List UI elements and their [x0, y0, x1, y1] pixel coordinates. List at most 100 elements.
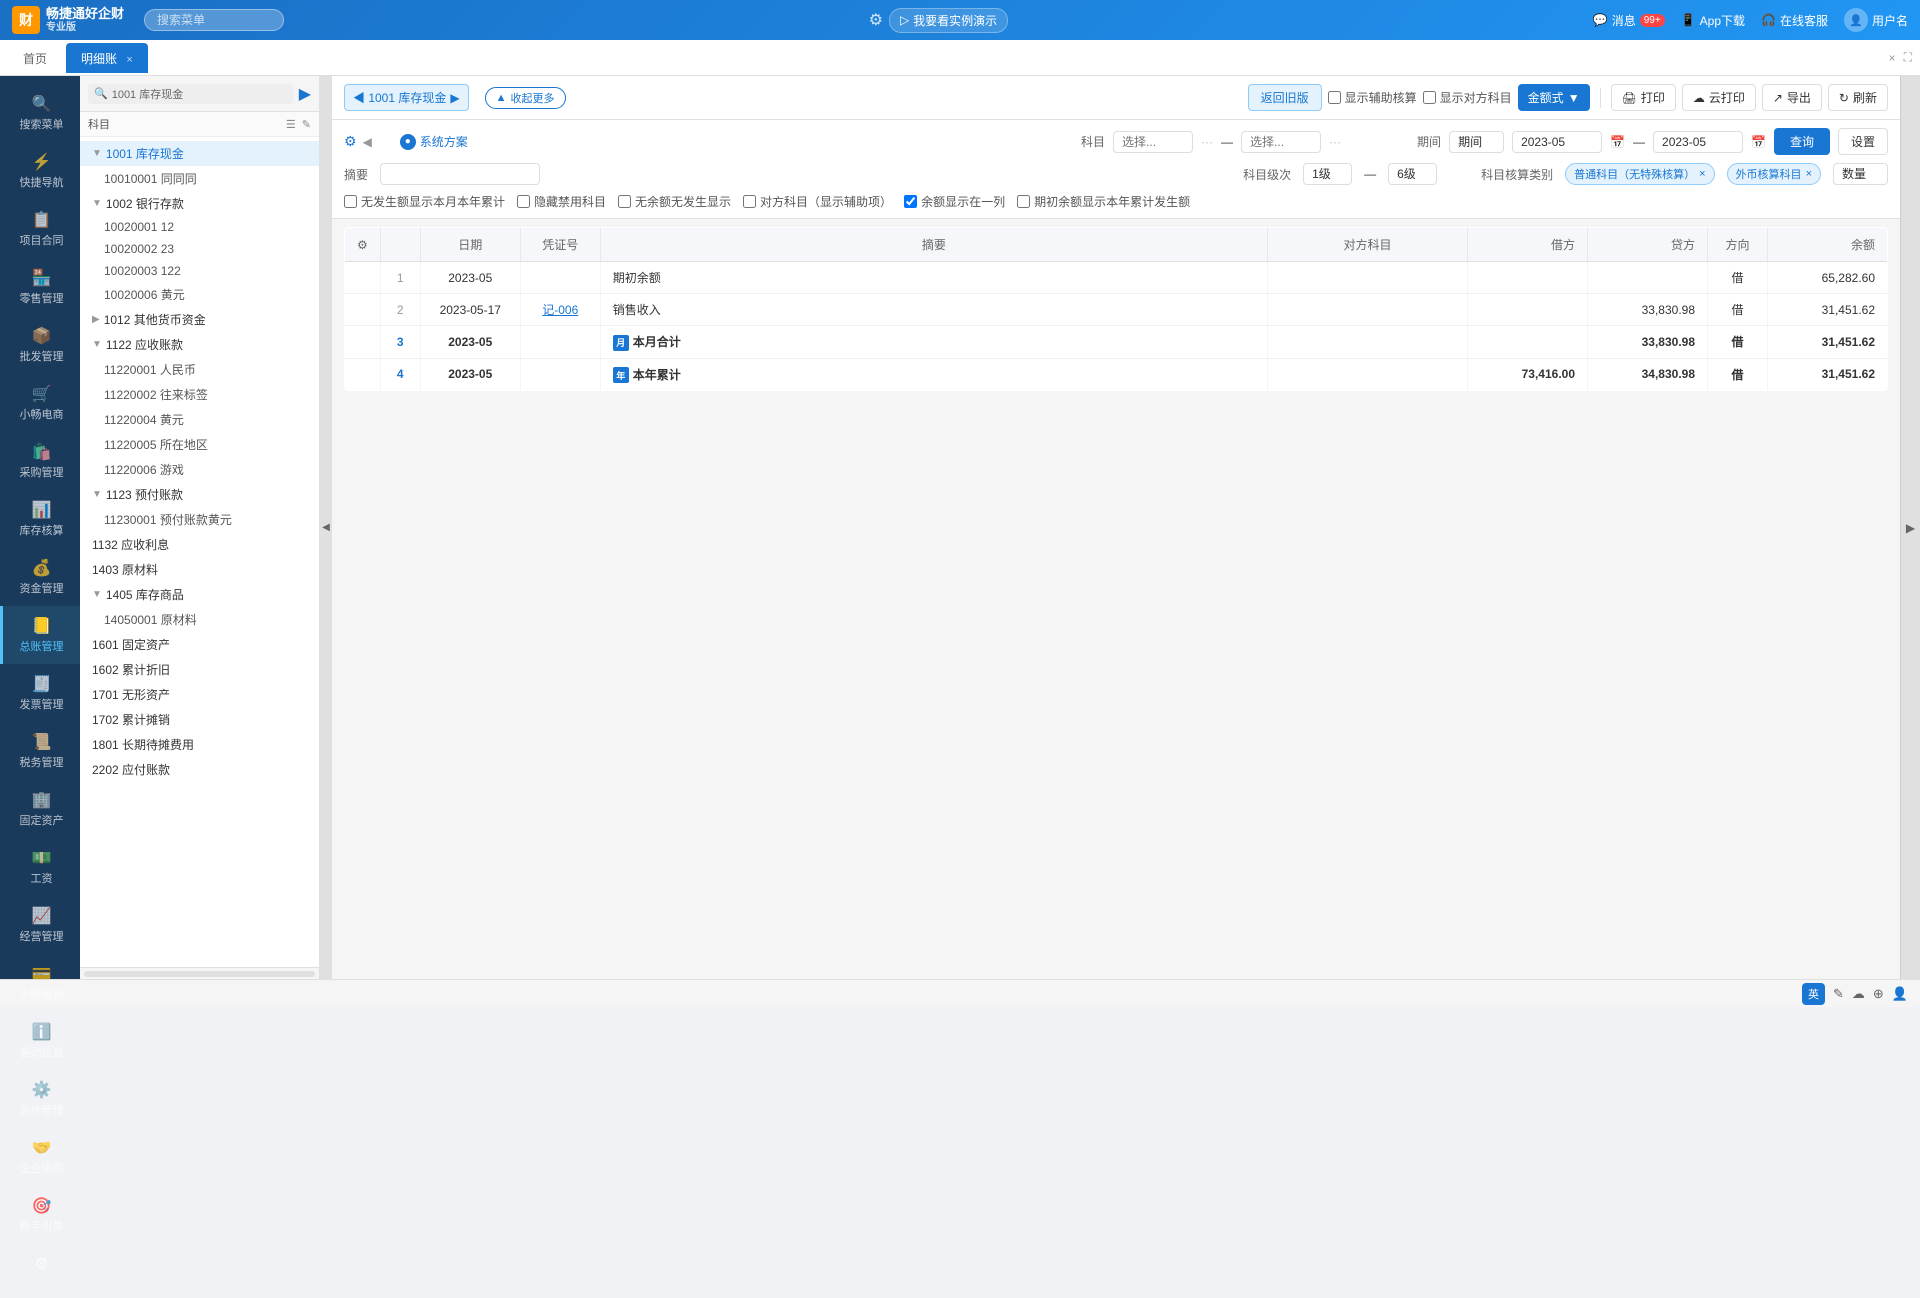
period-type-select[interactable]: 期间 — [1449, 131, 1504, 153]
tree-search-bar[interactable]: 🔍 1001 库存现金 — [88, 84, 293, 104]
row-gear-3[interactable] — [345, 326, 381, 359]
tree-item-1132[interactable]: 1132 应收利息 — [80, 532, 319, 557]
tab-close-window-icon[interactable]: × — [1889, 51, 1896, 65]
nav-item-retail[interactable]: 🏪 零售管理 — [0, 258, 80, 316]
tree-item-1801[interactable]: 1801 长期待摊费用 — [80, 732, 319, 757]
tree-scroll-bottom[interactable] — [80, 967, 319, 979]
left-collapse-btn[interactable]: ◀ — [320, 76, 332, 979]
online-service-btn[interactable]: 🎧 在线客服 — [1761, 12, 1828, 29]
tree-item-11220001[interactable]: 11220001 人民币 — [80, 357, 319, 382]
nav-item-invoice[interactable]: 🧾 发票管理 — [0, 664, 80, 722]
expand-more-btn[interactable]: ▲ 收起更多 — [485, 87, 566, 109]
subject-type-tag2[interactable]: 外币核算科目 × — [1727, 163, 1821, 185]
tab-close-icon[interactable]: × — [126, 54, 132, 66]
show-aux-input[interactable] — [1328, 91, 1341, 104]
tree-edit-icon[interactable]: ✎ — [302, 118, 311, 131]
tab-expand-icon[interactable]: ⛶ — [1904, 50, 1912, 65]
no-balance-opposite-checkbox[interactable]: 无余额无发生显示 — [618, 193, 731, 210]
nav-item-purchase[interactable]: 🛍️ 采购管理 — [0, 432, 80, 490]
nav-item-fixed-assets[interactable]: 🏢 固定资产 — [0, 780, 80, 838]
tree-item-1602[interactable]: 1602 累计折旧 — [80, 657, 319, 682]
date-calendar-icon-end[interactable]: 📅 — [1751, 135, 1766, 149]
nav-item-enterprise[interactable]: 🤝 企业协同 — [0, 1128, 80, 1186]
tag2-close-icon[interactable]: × — [1806, 168, 1812, 180]
tree-list-icon[interactable]: ☰ — [286, 118, 296, 131]
tree-item-1701[interactable]: 1701 无形资产 — [80, 682, 319, 707]
tree-item-10010001[interactable]: 10010001 同同同 — [80, 166, 319, 191]
row-gear-1[interactable] — [345, 262, 381, 294]
tree-item-1122[interactable]: ▼ 1122 应收账款 — [80, 332, 319, 357]
currency-dropdown-btn[interactable]: 金额式 ▼ — [1518, 84, 1590, 111]
settings-icon[interactable]: ⚙ — [869, 10, 883, 30]
cloud-print-btn[interactable]: ☁ 云打印 — [1682, 84, 1756, 111]
subject-input-end[interactable] — [1241, 131, 1321, 153]
nav-item-guide[interactable]: 🎯 新手引导 — [0, 1186, 80, 1244]
tree-item-1702[interactable]: 1702 累计摊销 — [80, 707, 319, 732]
quantity-select[interactable]: 数量 — [1833, 163, 1888, 185]
nav-item-inventory[interactable]: 📊 库存核算 — [0, 490, 80, 548]
nav-settings-icon[interactable]: ⚙ — [0, 1244, 80, 1286]
subject-input-start[interactable] — [1113, 131, 1193, 153]
col-settings[interactable]: ⚙ — [345, 228, 381, 262]
nav-item-management[interactable]: 📈 经营管理 — [0, 896, 80, 954]
nav-item-basic[interactable]: ℹ️ 基础信息 — [0, 1012, 80, 1070]
tree-item-1012[interactable]: ▶ 1012 其他货币资金 — [80, 307, 319, 332]
tree-item-1405[interactable]: ▼ 1405 库存商品 — [80, 582, 319, 607]
plus-circle-icon[interactable]: ⊕ — [1873, 986, 1884, 1002]
tree-item-1601[interactable]: 1601 固定资产 — [80, 632, 319, 657]
tree-item-2202[interactable]: 2202 应付账款 — [80, 757, 319, 782]
tree-item-11220005[interactable]: 11220005 所在地区 — [80, 432, 319, 457]
tree-item-10020006[interactable]: 10020006 黄元 — [80, 282, 319, 307]
tree-item-11230001[interactable]: 11230001 预付账款黄元 — [80, 507, 319, 532]
query-btn[interactable]: 查询 — [1774, 128, 1830, 155]
nav-item-ledger[interactable]: 📒 总账管理 — [0, 606, 80, 664]
tree-forward-icon[interactable]: ▶ — [299, 84, 311, 104]
refresh-btn[interactable]: ↻ 刷新 — [1828, 84, 1888, 111]
nav-settings-bottom[interactable]: ⚙ — [0, 1244, 80, 1298]
nav-item-salary[interactable]: 💵 工资 — [0, 838, 80, 896]
menu-search-input[interactable] — [144, 9, 284, 31]
nav-item-expense[interactable]: 💳 小畅报销 — [0, 954, 80, 1012]
show-balance-one-line-checkbox[interactable]: 余额显示在一列 — [904, 193, 1005, 210]
tree-item-11220006[interactable]: 11220006 游戏 — [80, 457, 319, 482]
tag1-close-icon[interactable]: × — [1699, 168, 1705, 180]
no-balance-show-checkbox[interactable]: 无发生额显示本月本年累计 — [344, 193, 505, 210]
nav-item-search[interactable]: 🔍 搜索菜单 — [0, 84, 80, 142]
nav-item-wholesale[interactable]: 📦 批发管理 — [0, 316, 80, 374]
nav-item-tax[interactable]: 📜 税务管理 — [0, 722, 80, 780]
nav-item-system[interactable]: ⚙️ 系统管理 — [0, 1070, 80, 1128]
tree-item-10020001[interactable]: 10020001 12 — [80, 216, 319, 238]
show-opposite-help-checkbox[interactable]: 对方科目（显示辅助项） — [743, 193, 892, 210]
tab-detail[interactable]: 明细账 × — [66, 43, 148, 73]
period-start-input[interactable] — [1512, 131, 1602, 153]
demo-button[interactable]: ▷ 我要看实例演示 — [889, 8, 1008, 33]
export-btn[interactable]: ↗ 导出 — [1762, 84, 1822, 111]
print-btn[interactable]: 🖨 打印 — [1611, 84, 1676, 111]
filter-settings-icon[interactable]: ⚙ — [344, 133, 357, 150]
level-start-select[interactable]: 1级 — [1303, 163, 1352, 185]
tree-item-10020002[interactable]: 10020002 23 — [80, 238, 319, 260]
show-opposite-input[interactable] — [1423, 91, 1436, 104]
nav-item-project[interactable]: 📋 项目合同 — [0, 200, 80, 258]
tree-item-10020003[interactable]: 10020003 122 — [80, 260, 319, 282]
app-download-btn[interactable]: 📱 App下载 — [1681, 12, 1745, 29]
cloud-icon[interactable]: ☁ — [1852, 986, 1865, 1002]
return-old-btn[interactable]: 返回旧版 — [1248, 84, 1322, 111]
subject-type-tag1[interactable]: 普通科目（无特殊核算） × — [1565, 163, 1714, 185]
tree-item-1403[interactable]: 1403 原材料 — [80, 557, 319, 582]
tree-item-11220004[interactable]: 11220004 黄元 — [80, 407, 319, 432]
show-opposite-checkbox[interactable]: 显示对方科目 — [1423, 89, 1512, 106]
selected-account-display[interactable]: ◀ 1001 库存现金 ▶ — [344, 84, 469, 111]
lang-btn[interactable]: 英 — [1802, 983, 1825, 1005]
nav-item-ecommerce[interactable]: 🛒 小畅电商 — [0, 374, 80, 432]
user-status-icon[interactable]: 👤 — [1892, 986, 1908, 1002]
settings-btn[interactable]: 设置 — [1838, 128, 1888, 155]
message-btn[interactable]: 💬 消息 99+ — [1593, 12, 1665, 29]
tree-item-14050001[interactable]: 14050001 原材料 — [80, 607, 319, 632]
show-initial-balance-checkbox[interactable]: 期初余额显示本年累计发生额 — [1017, 193, 1190, 210]
date-calendar-icon-start[interactable]: 📅 — [1610, 135, 1625, 149]
tree-item-1123[interactable]: ▼ 1123 预付账款 — [80, 482, 319, 507]
level-end-select[interactable]: 6级 — [1388, 163, 1437, 185]
row-gear-2[interactable] — [345, 294, 381, 326]
tab-home[interactable]: 首页 — [8, 43, 62, 73]
